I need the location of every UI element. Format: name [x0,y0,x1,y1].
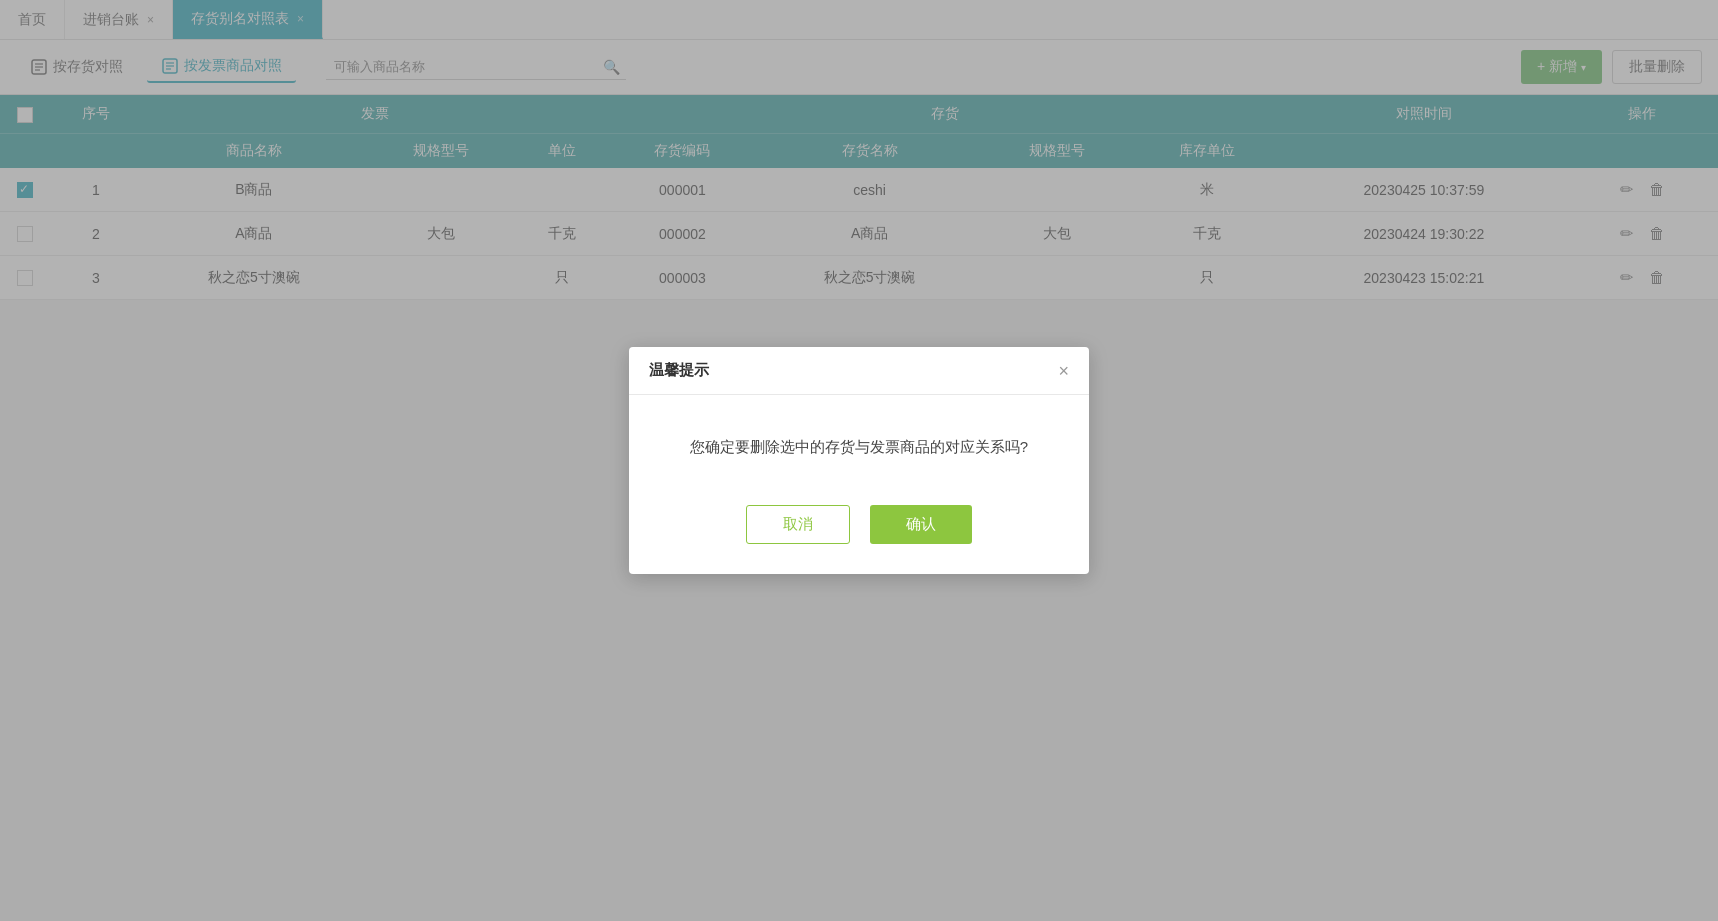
overlay: 温馨提示 × 您确定要删除选中的存货与发票商品的对应关系吗? 取消 确认 [0,0,1718,300]
